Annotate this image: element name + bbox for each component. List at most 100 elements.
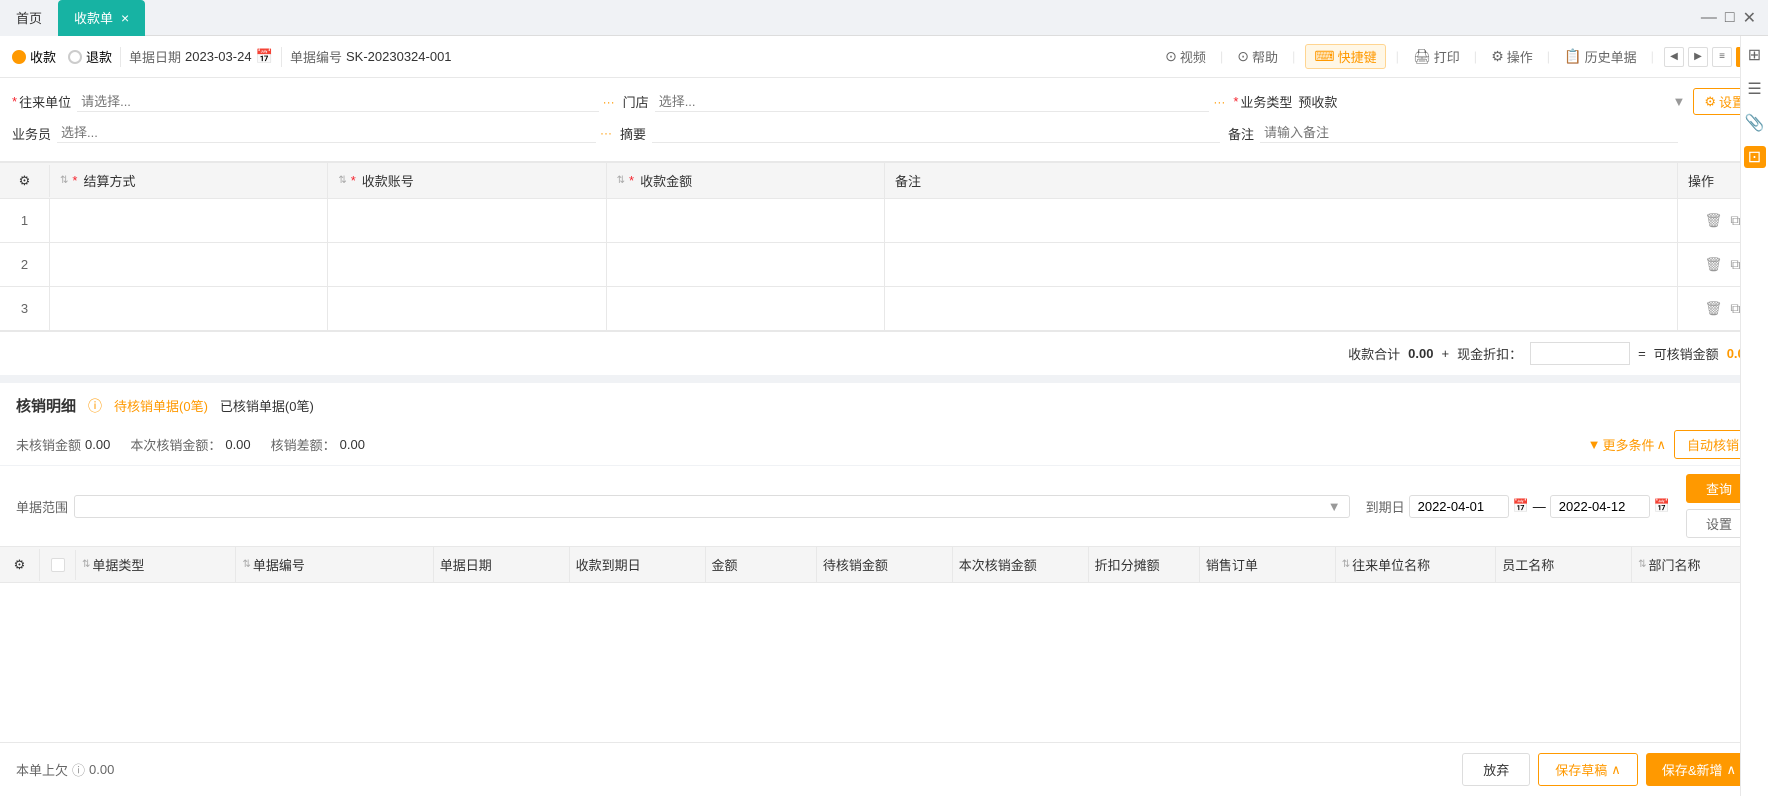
td-remark-3[interactable] xyxy=(885,287,1678,330)
tab-close-icon[interactable]: × xyxy=(121,10,129,26)
maximize-button[interactable]: □ xyxy=(1725,9,1735,27)
help-btn[interactable]: ⊙ 帮助 xyxy=(1233,45,1282,68)
sort-partner: ⇅ xyxy=(1342,559,1350,570)
shop-input[interactable] xyxy=(655,92,1210,112)
note-input[interactable] xyxy=(1260,123,1678,143)
sidebar-icon-1[interactable]: ⊞ xyxy=(1744,44,1766,66)
shop-more-btn[interactable]: ··· xyxy=(1213,95,1225,109)
nav-prev-btn[interactable]: ◀ xyxy=(1664,47,1684,67)
staff-more-btn[interactable]: ··· xyxy=(600,126,612,140)
sort-icon-settlement: ⇅ xyxy=(60,175,68,186)
nav-list-btn[interactable]: ≡ xyxy=(1712,47,1732,67)
nav-next-btn[interactable]: ▶ xyxy=(1688,47,1708,67)
calendar-from-icon[interactable]: 📅 xyxy=(1513,498,1529,514)
video-btn[interactable]: ⊙ 视频 xyxy=(1161,45,1210,68)
calendar-icon[interactable]: 📅 xyxy=(256,48,273,65)
tab-receipt[interactable]: 收款单 × xyxy=(58,0,145,36)
summary-input[interactable] xyxy=(652,123,1220,143)
tab-home[interactable]: 首页 xyxy=(0,0,58,36)
sort-icon-amount: ⇅ xyxy=(617,175,625,186)
close-button[interactable]: ✕ xyxy=(1743,8,1756,28)
bottom-info-label: 本单上欠 xyxy=(16,760,68,779)
this-time-item: 本次核销金额： 0.00 xyxy=(130,435,250,454)
delete-icon-1[interactable]: 🗑 xyxy=(1705,212,1723,229)
partner-more-btn[interactable]: ··· xyxy=(603,95,615,109)
td-settlement-2[interactable] xyxy=(50,243,328,286)
sidebar-icon-4[interactable]: ⊡ xyxy=(1744,146,1766,168)
note-field: 备注 xyxy=(1228,123,1678,143)
copy-icon-3[interactable]: ⧉ xyxy=(1730,300,1740,317)
sort-dept: ⇅ xyxy=(1638,559,1646,570)
diff-value: 0.00 xyxy=(340,437,365,452)
print-btn[interactable]: 🖨 打印 xyxy=(1409,45,1464,68)
save-draft-button[interactable]: 保存草稿 ∧ xyxy=(1538,753,1638,786)
date-label: 单据日期 xyxy=(129,47,181,66)
discount-label: 现金折扣： xyxy=(1457,344,1522,363)
td-amount-1[interactable] xyxy=(607,199,885,242)
sort-num: ⇅ xyxy=(242,559,250,570)
td-remark-2[interactable] xyxy=(885,243,1678,286)
note-label: 备注 xyxy=(1228,124,1254,143)
shortcut-btn[interactable]: ⌨ 快捷键 xyxy=(1305,44,1385,69)
copy-icon-1[interactable]: ⧉ xyxy=(1730,212,1740,229)
partner-input[interactable] xyxy=(77,92,599,112)
dth-thistime: 本次核销金额 xyxy=(953,547,1089,582)
radio-receipt[interactable]: 收款 xyxy=(12,47,56,66)
abandon-button[interactable]: 放弃 xyxy=(1462,753,1530,786)
td-remark-1[interactable] xyxy=(885,199,1678,242)
date-to-input[interactable] xyxy=(1550,495,1650,518)
date-value: 2023-03-24 xyxy=(185,49,252,64)
delete-icon-2[interactable]: 🗑 xyxy=(1705,256,1723,273)
td-amount-2[interactable] xyxy=(607,243,885,286)
td-num-3: 3 xyxy=(0,287,50,330)
copy-icon-2[interactable]: ⧉ xyxy=(1730,256,1740,273)
divider1 xyxy=(120,47,121,67)
dth-date: 单据日期 xyxy=(434,547,570,582)
history-btn[interactable]: 📋 历史单据 xyxy=(1560,45,1640,68)
delete-icon-3[interactable]: 🗑 xyxy=(1705,300,1723,317)
pending-tab[interactable]: 待核销单据(0笔) xyxy=(114,396,208,415)
operations-btn[interactable]: ⚙ 操作 xyxy=(1487,45,1537,68)
summary-field: 摘要 xyxy=(620,123,1220,143)
td-account-2[interactable] xyxy=(328,243,606,286)
date-from-input[interactable] xyxy=(1409,495,1509,518)
tab-bar: 首页 收款单 × — □ ✕ xyxy=(0,0,1768,36)
gear-icon: ⚙ xyxy=(1704,94,1716,110)
summary-row: 未核销金额 0.00 本次核销金额： 0.00 核销差额： 0.00 ▼ 更多条… xyxy=(0,424,1768,465)
dth-settings[interactable]: ⚙ xyxy=(0,549,40,581)
main-content: 收款 退款 单据日期 2023-03-24 📅 单据编号 SK-20230324… xyxy=(0,36,1768,796)
discount-input[interactable] xyxy=(1530,342,1630,365)
verify-info-icon[interactable]: ⓘ xyxy=(88,396,102,416)
th-settlement: ⇅ * 结算方式 xyxy=(50,163,328,198)
form-row-2: 业务员 ··· 摘要 备注 xyxy=(12,123,1756,143)
td-account-1[interactable] xyxy=(328,199,606,242)
bottom-info-icon[interactable]: ⓘ xyxy=(72,760,85,779)
td-settlement-3[interactable] xyxy=(50,287,328,330)
done-tab[interactable]: 已核销单据(0笔) xyxy=(220,396,314,415)
calendar-to-icon[interactable]: 📅 xyxy=(1654,498,1670,514)
date-range-filter: 到期日 📅 — 📅 xyxy=(1366,495,1670,518)
date-dash: — xyxy=(1533,499,1546,514)
partner-field: * 往来单位 ··· xyxy=(12,92,615,112)
staff-input[interactable] xyxy=(57,123,596,143)
td-settlement-1[interactable] xyxy=(50,199,328,242)
top-toolbar: 收款 退款 单据日期 2023-03-24 📅 单据编号 SK-20230324… xyxy=(0,36,1768,78)
biz-select[interactable]: 预收款 ▼ xyxy=(1298,92,1685,111)
check-all-checkbox[interactable] xyxy=(51,558,65,572)
dth-pending: 待核销金额 xyxy=(817,547,953,582)
minimize-button[interactable]: — xyxy=(1701,9,1717,27)
td-amount-3[interactable] xyxy=(607,287,885,330)
more-conditions-btn[interactable]: ▼ 更多条件 ∧ xyxy=(1588,435,1666,454)
staff-field: 业务员 ··· xyxy=(12,123,612,143)
shortcut-icon: ⌨ xyxy=(1314,48,1334,65)
range-select[interactable]: ▼ xyxy=(74,495,1350,518)
uncanceled-label: 未核销金额 xyxy=(16,435,81,454)
filter-row: 单据范围 ▼ 到期日 📅 — 📅 查询 设置 xyxy=(0,465,1768,546)
sidebar-icon-2[interactable]: ☰ xyxy=(1744,78,1766,100)
td-account-3[interactable] xyxy=(328,287,606,330)
radio-refund[interactable]: 退款 xyxy=(68,47,112,66)
th-settings[interactable]: ⚙ xyxy=(0,165,50,197)
sidebar-icon-3[interactable]: 📎 xyxy=(1744,112,1766,134)
save-new-button[interactable]: 保存&新增 ∧ xyxy=(1646,753,1752,786)
number-label: 单据编号 xyxy=(290,47,342,66)
